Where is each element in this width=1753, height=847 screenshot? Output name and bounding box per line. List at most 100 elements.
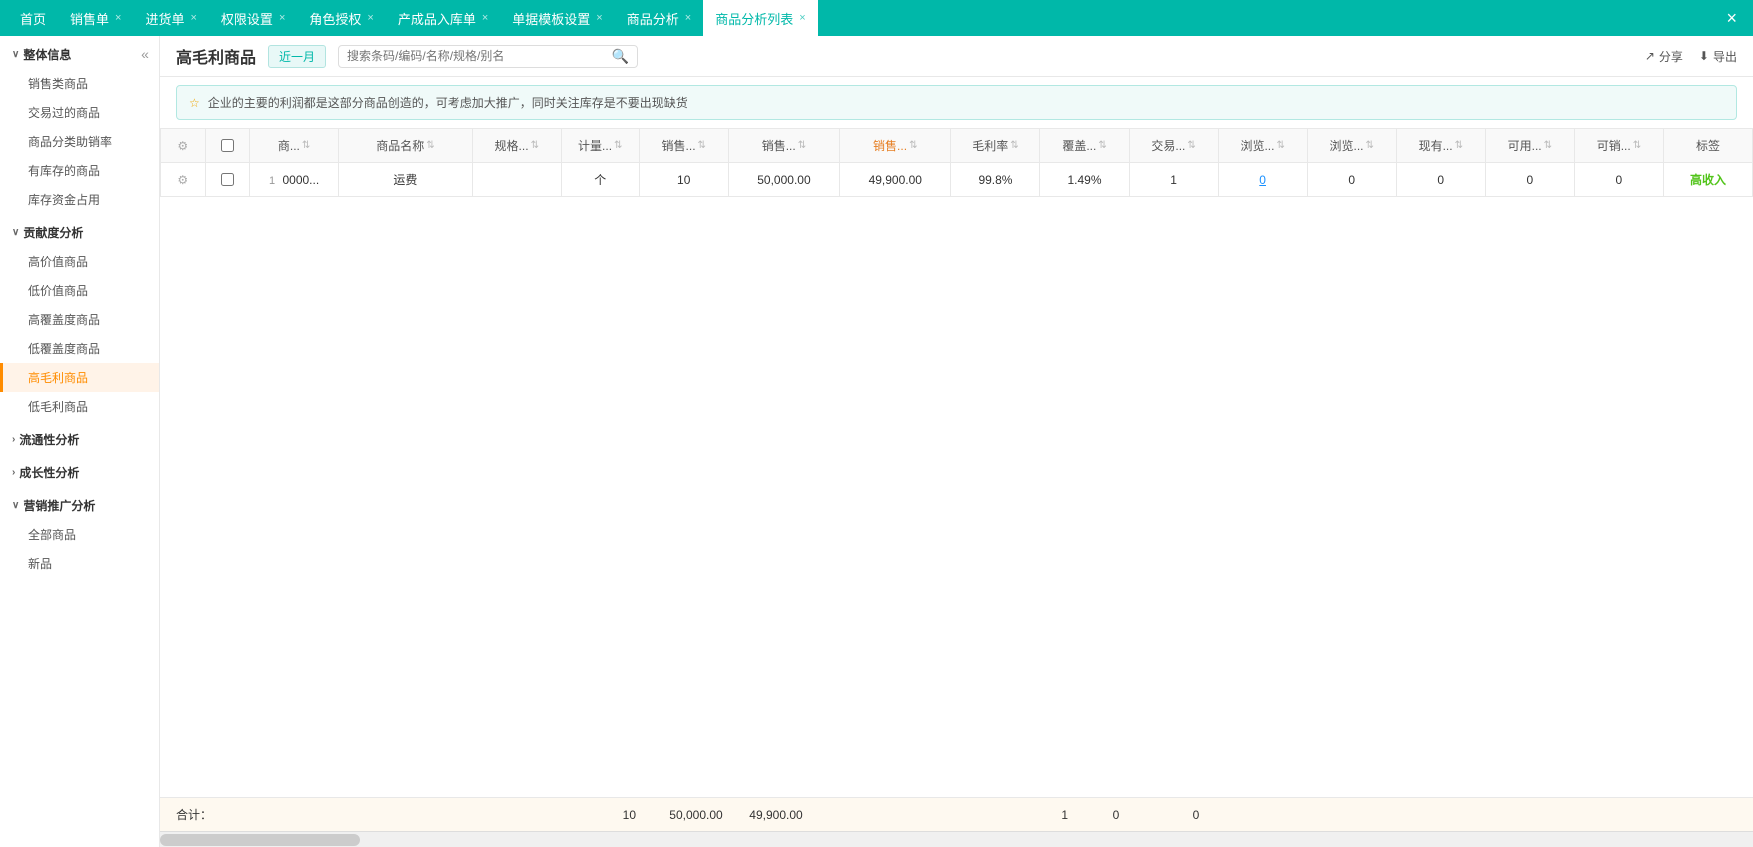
search-input[interactable] <box>347 49 608 63</box>
horizontal-scrollbar[interactable] <box>160 831 1753 847</box>
sidebar-group-overall: ∨ 整体信息 销售类商品 交易过的商品 商品分类助销率 有库存的商品 库存资金占… <box>0 40 159 214</box>
sidebar-collapse-button[interactable]: « <box>135 44 155 64</box>
sidebar-group-liquidity: › 流通性分析 <box>0 425 159 454</box>
col-available-stock[interactable]: 可用...⇅ <box>1485 129 1574 163</box>
sort-icon-current-stock: ⇅ <box>1455 140 1463 151</box>
table-row: ⚙ 1 0000... 运费 个 10 50,000.00 49 <box>161 163 1753 197</box>
share-icon: ↗ <box>1645 49 1655 63</box>
row-view1[interactable]: 0 <box>1218 163 1307 197</box>
nav-purchase-order-close[interactable]: × <box>190 12 196 24</box>
sidebar-item-low-margin[interactable]: 低毛利商品 <box>0 392 159 421</box>
nav-purchase-order[interactable]: 进货单 × <box>133 0 208 36</box>
nav-doc-template-close[interactable]: × <box>596 12 602 24</box>
col-gross-margin[interactable]: 毛利率⇅ <box>951 129 1040 163</box>
sidebar-item-sales-goods[interactable]: 销售类商品 <box>0 69 159 98</box>
main-layout: « ∨ 整体信息 销售类商品 交易过的商品 商品分类助销率 有库存的商品 库存资… <box>0 36 1753 847</box>
export-button[interactable]: ⬇ 导出 <box>1699 48 1737 65</box>
col-sales-profit[interactable]: 销售...⇅ <box>840 129 951 163</box>
row-transaction: 1 <box>1129 163 1218 197</box>
footer-sales-qty: 10 <box>236 808 656 822</box>
nav-sales-order[interactable]: 销售单 × <box>58 0 133 36</box>
nav-doc-template[interactable]: 单据模板设置 × <box>500 0 614 36</box>
data-table: ⚙ 商...⇅ 商品名称⇅ 规格...⇅ <box>160 128 1753 197</box>
nav-product-analysis-close[interactable]: × <box>685 12 691 24</box>
col-checkbox <box>205 129 250 163</box>
nav-product-inbound-close[interactable]: × <box>482 12 488 24</box>
nav-role-auth-close[interactable]: × <box>367 12 373 24</box>
col-sales-qty[interactable]: 销售...⇅ <box>639 129 728 163</box>
col-tag[interactable]: 标签 <box>1663 129 1752 163</box>
sidebar-item-category-rate[interactable]: 商品分类助销率 <box>0 127 159 156</box>
sort-icon-available-stock: ⇅ <box>1544 140 1552 151</box>
col-view1[interactable]: 浏览...⇅ <box>1218 129 1307 163</box>
info-icon: ☆ <box>189 96 200 110</box>
scrollbar-thumb[interactable] <box>160 834 360 846</box>
data-table-wrap: ⚙ 商...⇅ 商品名称⇅ 规格...⇅ <box>160 128 1753 847</box>
sidebar-group-growth: › 成长性分析 <box>0 458 159 487</box>
footer-transaction: 1 <box>816 808 1076 822</box>
sidebar-item-all-goods[interactable]: 全部商品 <box>0 520 159 549</box>
row-checkbox <box>205 163 250 197</box>
sort-icon-sellable-stock: ⇅ <box>1633 140 1641 151</box>
col-view2[interactable]: 浏览...⇅ <box>1307 129 1396 163</box>
select-all-checkbox[interactable] <box>221 139 234 152</box>
sidebar-item-new-goods[interactable]: 新品 <box>0 549 159 578</box>
sidebar-group-marketing-title[interactable]: ∨ 营销推广分析 <box>0 491 159 520</box>
col-sales-amt[interactable]: 销售...⇅ <box>728 129 839 163</box>
sort-icon-view1: ⇅ <box>1276 140 1284 151</box>
row-current-stock: 0 <box>1396 163 1485 197</box>
row-view1-link[interactable]: 0 <box>1259 173 1266 187</box>
col-unit[interactable]: 计量...⇅ <box>561 129 639 163</box>
sidebar-item-high-coverage[interactable]: 高覆盖度商品 <box>0 305 159 334</box>
sidebar-item-high-margin[interactable]: 高毛利商品 <box>0 363 159 392</box>
share-button[interactable]: ↗ 分享 <box>1645 48 1683 65</box>
nav-product-analysis[interactable]: 商品分析 × <box>615 0 703 36</box>
row-sales-amt: 50,000.00 <box>728 163 839 197</box>
row-tag: 高收入 <box>1663 163 1752 197</box>
row-settings[interactable]: ⚙ <box>161 163 206 197</box>
nav-permission-settings-close[interactable]: × <box>279 12 285 24</box>
sort-icon-view2: ⇅ <box>1366 140 1374 151</box>
col-current-stock[interactable]: 现有...⇅ <box>1396 129 1485 163</box>
sidebar-item-stock-capital[interactable]: 库存资金占用 <box>0 185 159 214</box>
sort-icon-sales-qty: ⇅ <box>698 140 706 151</box>
col-coverage[interactable]: 覆盖...⇅ <box>1040 129 1129 163</box>
nav-product-analysis-list-close[interactable]: × <box>799 12 805 24</box>
nav-home[interactable]: 首页 <box>8 0 58 36</box>
col-transaction[interactable]: 交易...⇅ <box>1129 129 1218 163</box>
sidebar-item-traded-goods[interactable]: 交易过的商品 <box>0 98 159 127</box>
nav-sales-order-close[interactable]: × <box>115 12 121 24</box>
sidebar-group-contribution-title[interactable]: ∨ 贡献度分析 <box>0 218 159 247</box>
col-spec[interactable]: 规格...⇅ <box>472 129 561 163</box>
group-arrow-overall: ∨ <box>12 49 19 60</box>
sort-icon-name: ⇅ <box>426 140 434 151</box>
filter-recent-month-button[interactable]: 近一月 <box>268 45 326 68</box>
col-settings[interactable]: ⚙ <box>161 129 206 163</box>
nav-product-inbound[interactable]: 产成品入库单 × <box>386 0 500 36</box>
group-arrow-liquidity: › <box>12 434 15 445</box>
sidebar-item-in-stock-goods[interactable]: 有库存的商品 <box>0 156 159 185</box>
sort-icon-spec: ⇅ <box>531 140 539 151</box>
row-spec <box>472 163 561 197</box>
row-select-checkbox[interactable] <box>221 173 234 186</box>
col-code[interactable]: 商...⇅ <box>250 129 339 163</box>
close-all-tabs[interactable]: × <box>1718 8 1745 29</box>
sidebar-item-low-value[interactable]: 低价值商品 <box>0 276 159 305</box>
row-sellable-stock: 0 <box>1574 163 1663 197</box>
header-actions: ↗ 分享 ⬇ 导出 <box>1645 48 1737 65</box>
nav-role-auth[interactable]: 角色授权 × <box>297 0 385 36</box>
col-name[interactable]: 商品名称⇅ <box>339 129 473 163</box>
sort-icon-coverage: ⇅ <box>1098 140 1106 151</box>
nav-permission-settings[interactable]: 权限设置 × <box>209 0 297 36</box>
sidebar-item-high-value[interactable]: 高价值商品 <box>0 247 159 276</box>
sidebar-group-liquidity-title[interactable]: › 流通性分析 <box>0 425 159 454</box>
col-sellable-stock[interactable]: 可销...⇅ <box>1574 129 1663 163</box>
sort-icon-transaction: ⇅ <box>1187 140 1195 151</box>
row-coverage: 1.49% <box>1040 163 1129 197</box>
sidebar-group-growth-title[interactable]: › 成长性分析 <box>0 458 159 487</box>
top-nav: 首页 销售单 × 进货单 × 权限设置 × 角色授权 × 产成品入库单 × 单据… <box>0 0 1753 36</box>
nav-product-analysis-list[interactable]: 商品分析列表 × <box>703 0 817 36</box>
sidebar-item-low-coverage[interactable]: 低覆盖度商品 <box>0 334 159 363</box>
sort-icon-code: ⇅ <box>302 140 310 151</box>
sort-icon-gross-margin: ⇅ <box>1010 140 1018 151</box>
